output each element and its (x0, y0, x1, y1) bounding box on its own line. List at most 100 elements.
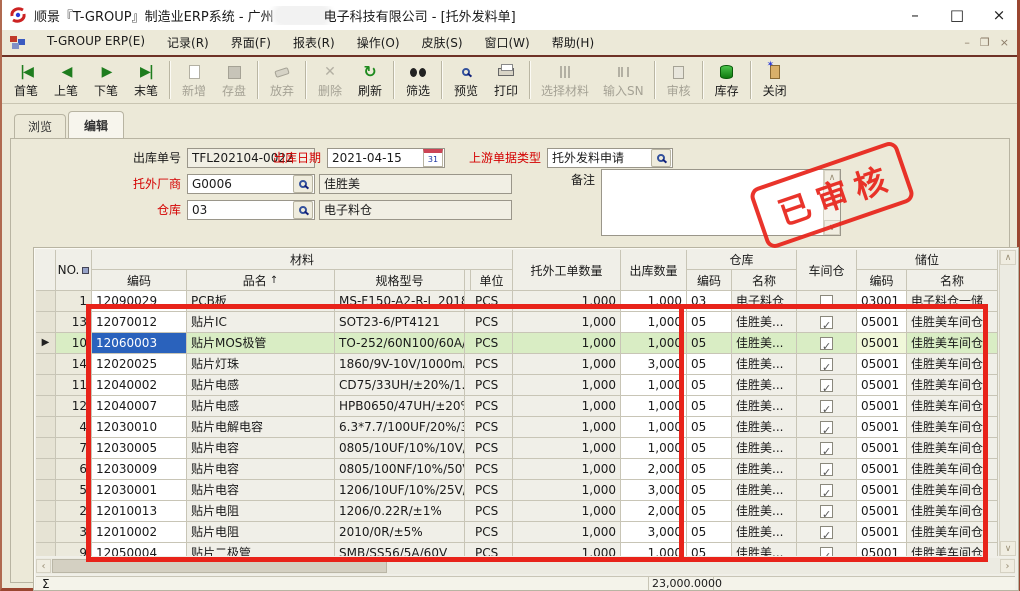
table-row[interactable]: 1412020025贴片灯珠1860/9V-10V/1000mA/5600K-6… (36, 354, 998, 375)
vertical-scrollbar[interactable]: ∧ ∨ (999, 250, 1016, 556)
table-row[interactable]: 1312070012贴片ICSOT23-6/PT4121PCS1,0001,00… (36, 312, 998, 333)
col-loc-code[interactable]: 编码 (857, 270, 907, 291)
maximize-button[interactable]: □ (949, 6, 965, 24)
table-row[interactable]: 612030009贴片电容0805/100NF/10%/50V/X7R/105℃… (36, 459, 998, 480)
col-location[interactable]: 储位 (857, 250, 998, 270)
cell-name: 贴片电解电容 (187, 417, 335, 438)
table-row[interactable]: 712030005贴片电容0805/10UF/10%/10V/X5R/85℃PC… (36, 438, 998, 459)
table-row[interactable]: 112090029PCB板MS-F150-A2-R-L 2018-06-04/铝… (36, 291, 998, 312)
cell-no: 10 (56, 333, 92, 354)
cell-unit: PCS (471, 501, 513, 522)
cell-code: 12040002 (92, 375, 187, 396)
vendor-code-field[interactable]: G0006 (187, 174, 315, 194)
workshop-checkbox[interactable] (820, 379, 833, 392)
tab-浏览[interactable]: 浏览 (14, 114, 66, 138)
menu-item-1[interactable]: 记录(R) (156, 31, 220, 54)
col-out-qty[interactable]: 出库数量 (621, 250, 687, 291)
remark-textarea[interactable]: ∧ ∨ (601, 169, 841, 236)
col-workshop[interactable]: 车间仓 (797, 250, 857, 291)
lookup-icon[interactable] (293, 201, 313, 219)
cell-no: 7 (56, 438, 92, 459)
menu-item-0[interactable]: T-GROUP ERP(E) (36, 31, 156, 54)
calendar-icon[interactable]: 31 (423, 149, 443, 167)
toolbar-button-nav-first[interactable]: |◀首笔 (6, 58, 46, 102)
mdi-restore-button[interactable]: ❐ (980, 36, 990, 49)
workshop-checkbox[interactable] (820, 484, 833, 497)
menu-item-2[interactable]: 界面(F) (220, 31, 282, 54)
toolbar-button-stock-cylinder[interactable]: 库存 (707, 58, 747, 102)
menu-item-6[interactable]: 窗口(W) (474, 31, 541, 54)
workshop-checkbox[interactable] (820, 421, 833, 434)
cell-spec: CD75/33UH/±20%/1.6A (335, 375, 465, 396)
workshop-checkbox[interactable] (820, 295, 833, 308)
toolbar-button-eraser: 放弃 (262, 58, 302, 102)
toolbar-button-preview-mag[interactable]: 预览 (446, 58, 486, 102)
col-spec[interactable]: 规格型号 (335, 270, 465, 291)
workshop-checkbox[interactable] (820, 505, 833, 518)
warehouse-code-field[interactable]: 03 (187, 200, 315, 220)
workshop-checkbox[interactable] (820, 358, 833, 371)
table-row[interactable]: 312010002贴片电阻2010/0R/±5%PCS1,0003,00005佳… (36, 522, 998, 543)
col-wh-name[interactable]: 名称 (732, 270, 797, 291)
mdi-minimize-button[interactable]: – (964, 36, 970, 49)
upstream-type-field[interactable]: 托外发料申请 (547, 148, 673, 168)
workshop-checkbox[interactable] (820, 442, 833, 455)
mdi-close-button[interactable]: × (1000, 36, 1009, 49)
col-no[interactable]: NO. (56, 250, 92, 291)
cell-wh_code: 05 (687, 375, 732, 396)
workshop-checkbox[interactable] (820, 400, 833, 413)
horizontal-scrollbar[interactable]: ‹ › (36, 558, 1015, 574)
lookup-icon[interactable] (293, 175, 313, 193)
workshop-checkbox[interactable] (820, 337, 833, 350)
col-order-qty[interactable]: 托外工单数量 (513, 250, 621, 291)
cell-loc_code: 05001 (857, 312, 907, 333)
col-warehouse[interactable]: 仓库 (687, 250, 797, 270)
col-material[interactable]: 材料 (92, 250, 513, 270)
toolbar-label: 上笔 (54, 82, 78, 99)
scroll-up-icon[interactable]: ∧ (1000, 250, 1016, 265)
col-loc-name[interactable]: 名称 (907, 270, 998, 291)
table-row[interactable]: 1112040002贴片电感CD75/33UH/±20%/1.6APCS1,00… (36, 375, 998, 396)
workshop-checkbox[interactable] (820, 547, 833, 557)
toolbar-button-close-door[interactable]: ✶关闭 (755, 58, 795, 102)
cell-indicator (36, 417, 56, 438)
table-row[interactable]: 512030001贴片电容1206/10UF/10%/25V/X5R/85℃PC… (36, 480, 998, 501)
col-wh-code[interactable]: 编码 (687, 270, 732, 291)
workshop-checkbox[interactable] (820, 316, 833, 329)
minimize-button[interactable]: – (907, 6, 923, 24)
workshop-checkbox[interactable] (820, 463, 833, 476)
cell-out_qty: 1,000 (621, 438, 687, 459)
col-name[interactable]: 品名↑ (187, 270, 335, 291)
toolbar-button-nav-prev[interactable]: ◀上笔 (46, 58, 86, 102)
remark-scrollbar[interactable]: ∧ ∨ (823, 170, 840, 235)
grid-header: NO. 材料 托外工单数量 出库数量 仓库 车间仓 储位 编码 品名↑ 规格型号… (36, 250, 998, 291)
out-date-field[interactable]: 2021-04-15 31 (327, 148, 445, 168)
table-row[interactable]: 412030010贴片电解电容6.3*7.7/100UF/20%/35V/电解/… (36, 417, 998, 438)
close-button[interactable]: × (991, 6, 1007, 24)
scroll-up-icon[interactable]: ∧ (824, 170, 840, 185)
col-unit[interactable]: 单位 (471, 270, 513, 291)
tab-编辑[interactable]: 编辑 (68, 111, 124, 139)
scroll-down-icon[interactable]: ∨ (824, 220, 840, 235)
menu-item-3[interactable]: 报表(R) (282, 31, 346, 54)
menu-item-4[interactable]: 操作(O) (346, 31, 411, 54)
table-row[interactable]: ▶1012060003贴片MOS极管TO-252/60N100/60A/100V… (36, 333, 998, 354)
table-row[interactable]: 212010013贴片电阻1206/0.22R/±1%PCS1,0002,000… (36, 501, 998, 522)
menu-item-7[interactable]: 帮助(H) (541, 31, 605, 54)
toolbar-button-refresh[interactable]: ↻刷新 (350, 58, 390, 102)
menu-item-5[interactable]: 皮肤(S) (411, 31, 474, 54)
toolbar-button-binoculars[interactable]: 筛选 (398, 58, 438, 102)
scrollbar-thumb[interactable] (52, 559, 387, 573)
table-row[interactable]: 1212040007贴片电感HPB0650/47UH/±20%/2APCS1,0… (36, 396, 998, 417)
toolbar-button-nav-last[interactable]: ▶|末笔 (126, 58, 166, 102)
scroll-right-icon[interactable]: › (1000, 559, 1015, 573)
scroll-down-icon[interactable]: ∨ (1000, 541, 1016, 556)
toolbar-button-nav-next[interactable]: ▶下笔 (86, 58, 126, 102)
scroll-left-icon[interactable]: ‹ (36, 559, 51, 573)
lookup-icon[interactable] (651, 149, 671, 167)
toolbar-label: 首笔 (14, 82, 38, 99)
table-row[interactable]: 912050004贴片二极管SMB/SS56/5A/60VPCS1,0001,0… (36, 543, 998, 556)
toolbar-button-printer[interactable]: 打印 (486, 58, 526, 102)
workshop-checkbox[interactable] (820, 526, 833, 539)
col-code[interactable]: 编码 (92, 270, 187, 291)
